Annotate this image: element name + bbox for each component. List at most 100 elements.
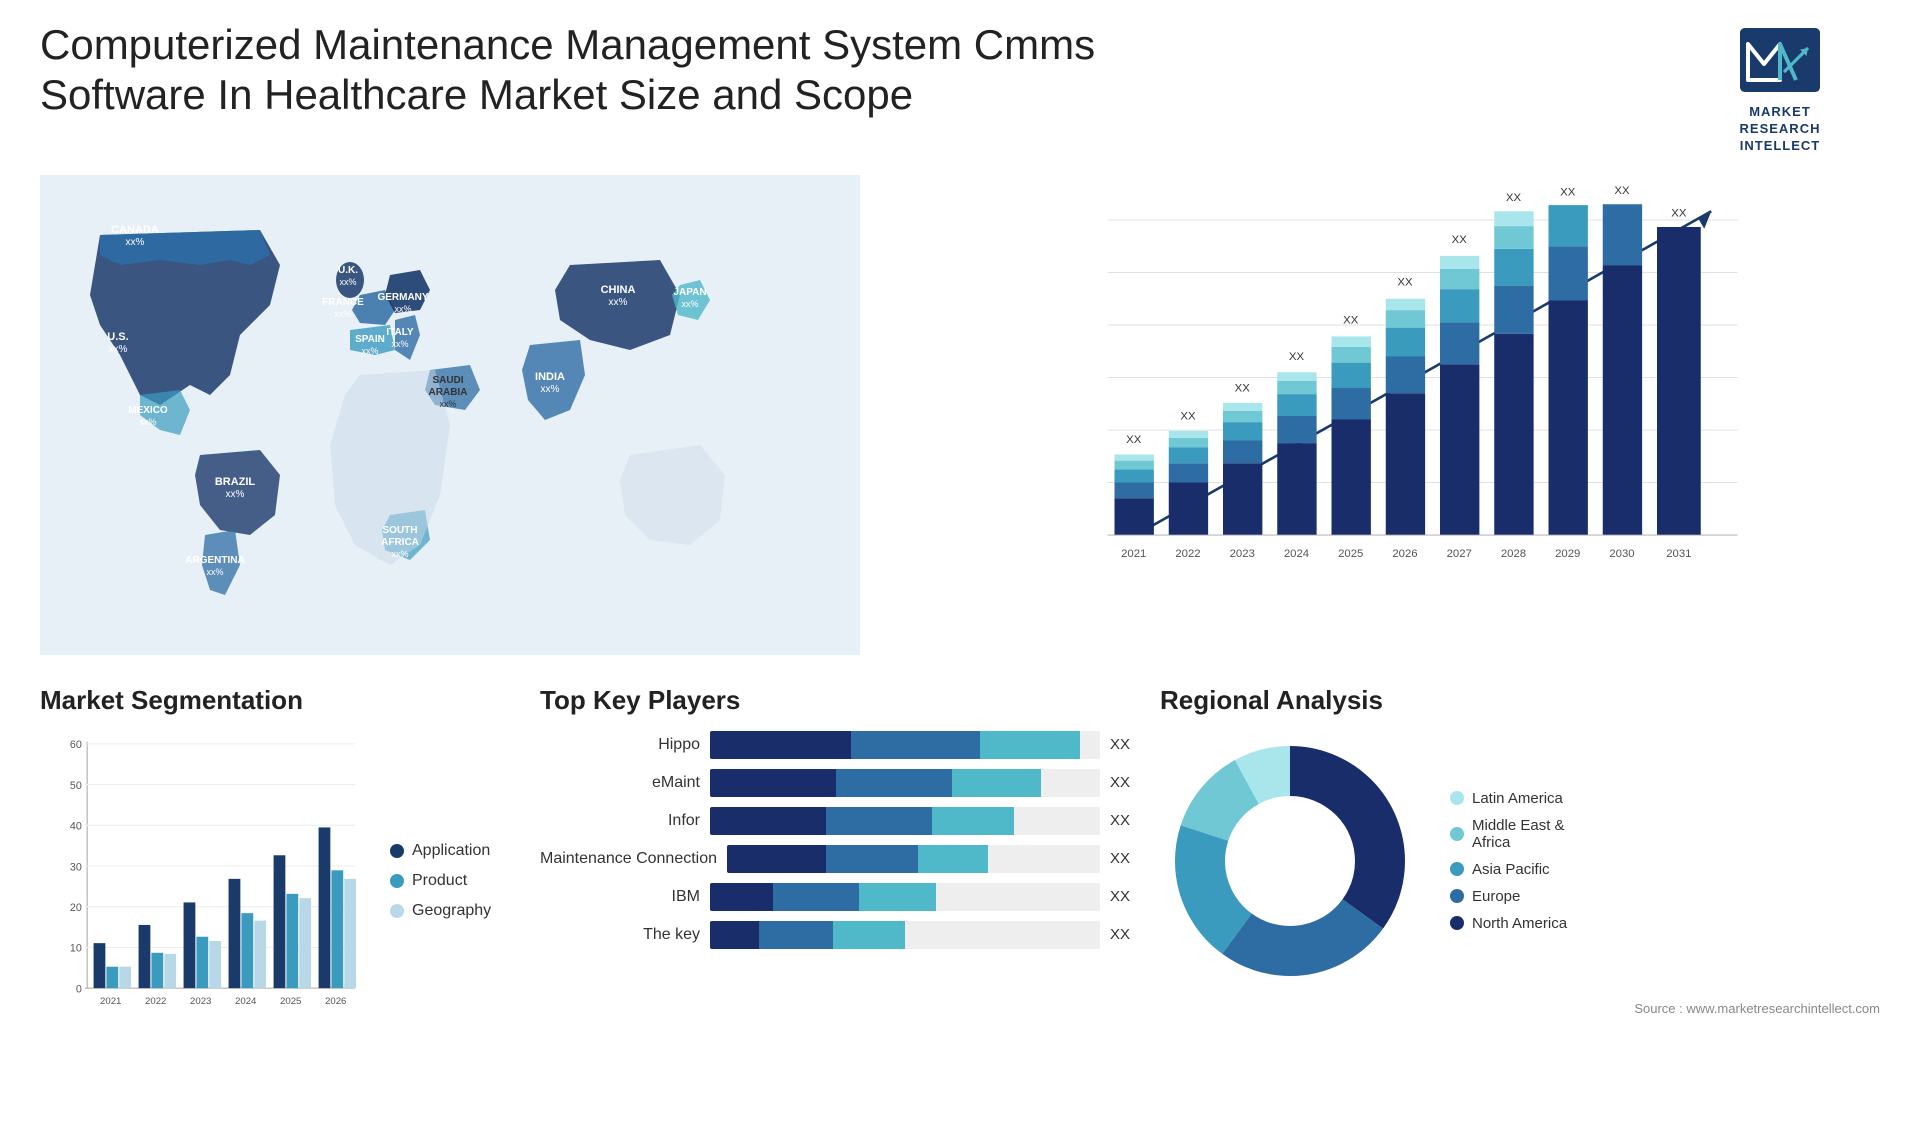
map-label-mexico: MEXICO: [128, 405, 168, 416]
reg-dot-mea: [1450, 827, 1464, 841]
world-map-container: CANADA xx% U.S. xx% MEXICO xx% BRAZIL xx…: [40, 175, 860, 655]
svg-text:XX: XX: [1614, 185, 1630, 197]
map-label-canada: CANADA: [111, 224, 159, 236]
svg-text:xx%: xx%: [139, 417, 156, 427]
reg-dot-latin: [1450, 791, 1464, 805]
player-row-infor: Infor XX: [540, 807, 1140, 835]
bar-2026: XX: [1386, 276, 1425, 534]
svg-text:2025: 2025: [280, 996, 301, 1007]
regional-title: Regional Analysis: [1160, 685, 1880, 716]
svg-text:0: 0: [76, 983, 82, 995]
svg-text:xx%: xx%: [206, 567, 223, 577]
players-title: Top Key Players: [540, 685, 1140, 716]
players-inner: Hippo XX eMaint: [540, 731, 1140, 949]
page-wrapper: Computerized Maintenance Management Syst…: [0, 0, 1920, 1146]
svg-text:2026: 2026: [1392, 548, 1417, 560]
legend-label-product: Product: [412, 872, 467, 890]
donut-chart-container: [1160, 731, 1420, 991]
svg-text:2021: 2021: [1121, 548, 1146, 560]
svg-text:60: 60: [70, 739, 82, 751]
player-bar-thekey: [710, 921, 1100, 949]
map-label-india: INDIA: [535, 371, 565, 383]
svg-text:xx%: xx%: [361, 346, 378, 356]
map-label-italy: ITALY: [386, 327, 414, 338]
bar-2021: XX: [1115, 434, 1154, 535]
reg-dot-europe: [1450, 889, 1464, 903]
reg-label-mea: Middle East &Africa: [1472, 817, 1565, 851]
svg-text:2022: 2022: [1175, 548, 1200, 560]
svg-text:2024: 2024: [235, 996, 257, 1007]
svg-text:2026: 2026: [325, 996, 346, 1007]
map-label-france: FRANCE: [322, 297, 364, 308]
player-name-emaint: eMaint: [540, 774, 700, 792]
svg-text:2027: 2027: [1447, 548, 1472, 560]
player-bar-maintenance: [727, 845, 1100, 873]
segmentation-section: Market Segmentation 0 10 20 30: [40, 685, 520, 1065]
bottom-section: Market Segmentation 0 10 20 30: [40, 685, 1880, 1065]
svg-text:XX: XX: [1343, 314, 1359, 326]
reg-legend-northamerica: North America: [1450, 915, 1567, 932]
svg-text:2022: 2022: [145, 996, 166, 1007]
svg-text:XX: XX: [1397, 276, 1413, 288]
player-label-emaint: XX: [1110, 774, 1140, 791]
svg-text:30: 30: [70, 861, 82, 873]
map-label-us: U.S.: [107, 331, 128, 343]
player-bar-ibm: [710, 883, 1100, 911]
legend-dot-product: [390, 874, 404, 888]
page-title: Computerized Maintenance Management Syst…: [40, 20, 1140, 121]
svg-text:40: 40: [70, 820, 82, 832]
svg-text:2031: 2031: [1666, 548, 1691, 560]
regional-legend: Latin America Middle East &Africa Asia P…: [1450, 790, 1567, 932]
map-label-spain: SPAIN: [355, 334, 385, 345]
reg-label-europe: Europe: [1472, 888, 1520, 905]
reg-label-latin: Latin America: [1472, 790, 1563, 807]
legend-geography: Geography: [390, 902, 520, 920]
bar-2023: XX: [1223, 382, 1262, 535]
world-map-svg: CANADA xx% U.S. xx% MEXICO xx% BRAZIL xx…: [40, 175, 860, 655]
svg-text:xx%: xx%: [609, 297, 628, 308]
reg-legend-mea: Middle East &Africa: [1450, 817, 1567, 851]
reg-legend-latin: Latin America: [1450, 790, 1567, 807]
svg-text:XX: XX: [1126, 434, 1142, 446]
bar-2028: XX: [1494, 191, 1533, 534]
reg-legend-europe: Europe: [1450, 888, 1567, 905]
svg-text:xx%: xx%: [394, 304, 411, 314]
svg-text:2030: 2030: [1609, 548, 1634, 560]
map-label-china: CHINA: [601, 284, 636, 296]
svg-text:2021: 2021: [100, 996, 121, 1007]
player-row-thekey: The key XX: [540, 921, 1140, 949]
bar-2025: XX: [1332, 314, 1371, 535]
legend-application: Application: [390, 842, 520, 860]
svg-text:2029: 2029: [1555, 548, 1580, 560]
svg-text:xx%: xx%: [339, 277, 356, 287]
reg-legend-apac: Asia Pacific: [1450, 861, 1567, 878]
svg-text:XX: XX: [1235, 382, 1251, 394]
legend-dot-geography: [390, 904, 404, 918]
reg-dot-northamerica: [1450, 916, 1464, 930]
player-bar-hippo: [710, 731, 1100, 759]
player-name-maintenance: Maintenance Connection: [540, 850, 717, 868]
player-bar-emaint: [710, 769, 1100, 797]
svg-text:ARABIA: ARABIA: [429, 387, 468, 398]
bar-2027: XX: [1440, 233, 1479, 534]
bar-2030: XX: [1603, 185, 1642, 535]
svg-text:AFRICA: AFRICA: [381, 537, 419, 548]
svg-text:xx%: xx%: [109, 344, 128, 355]
svg-text:xx%: xx%: [681, 299, 698, 309]
svg-text:20: 20: [70, 902, 82, 914]
map-label-germany: GERMANY: [377, 292, 428, 303]
legend-product: Product: [390, 872, 520, 890]
map-label-japan: JAPAN: [673, 287, 706, 298]
map-label-uk: U.K.: [338, 265, 358, 276]
legend-label-application: Application: [412, 842, 490, 860]
svg-text:2023: 2023: [1230, 548, 1255, 560]
player-row-maintenance: Maintenance Connection XX: [540, 845, 1140, 873]
bar-2022: XX: [1169, 410, 1208, 535]
svg-text:XX: XX: [1671, 207, 1687, 219]
svg-text:XX: XX: [1452, 233, 1468, 245]
player-name-thekey: The key: [540, 926, 700, 944]
svg-text:xx%: xx%: [391, 549, 408, 559]
svg-text:2028: 2028: [1501, 548, 1526, 560]
svg-text:xx%: xx%: [126, 237, 145, 248]
svg-text:XX: XX: [1180, 410, 1196, 422]
